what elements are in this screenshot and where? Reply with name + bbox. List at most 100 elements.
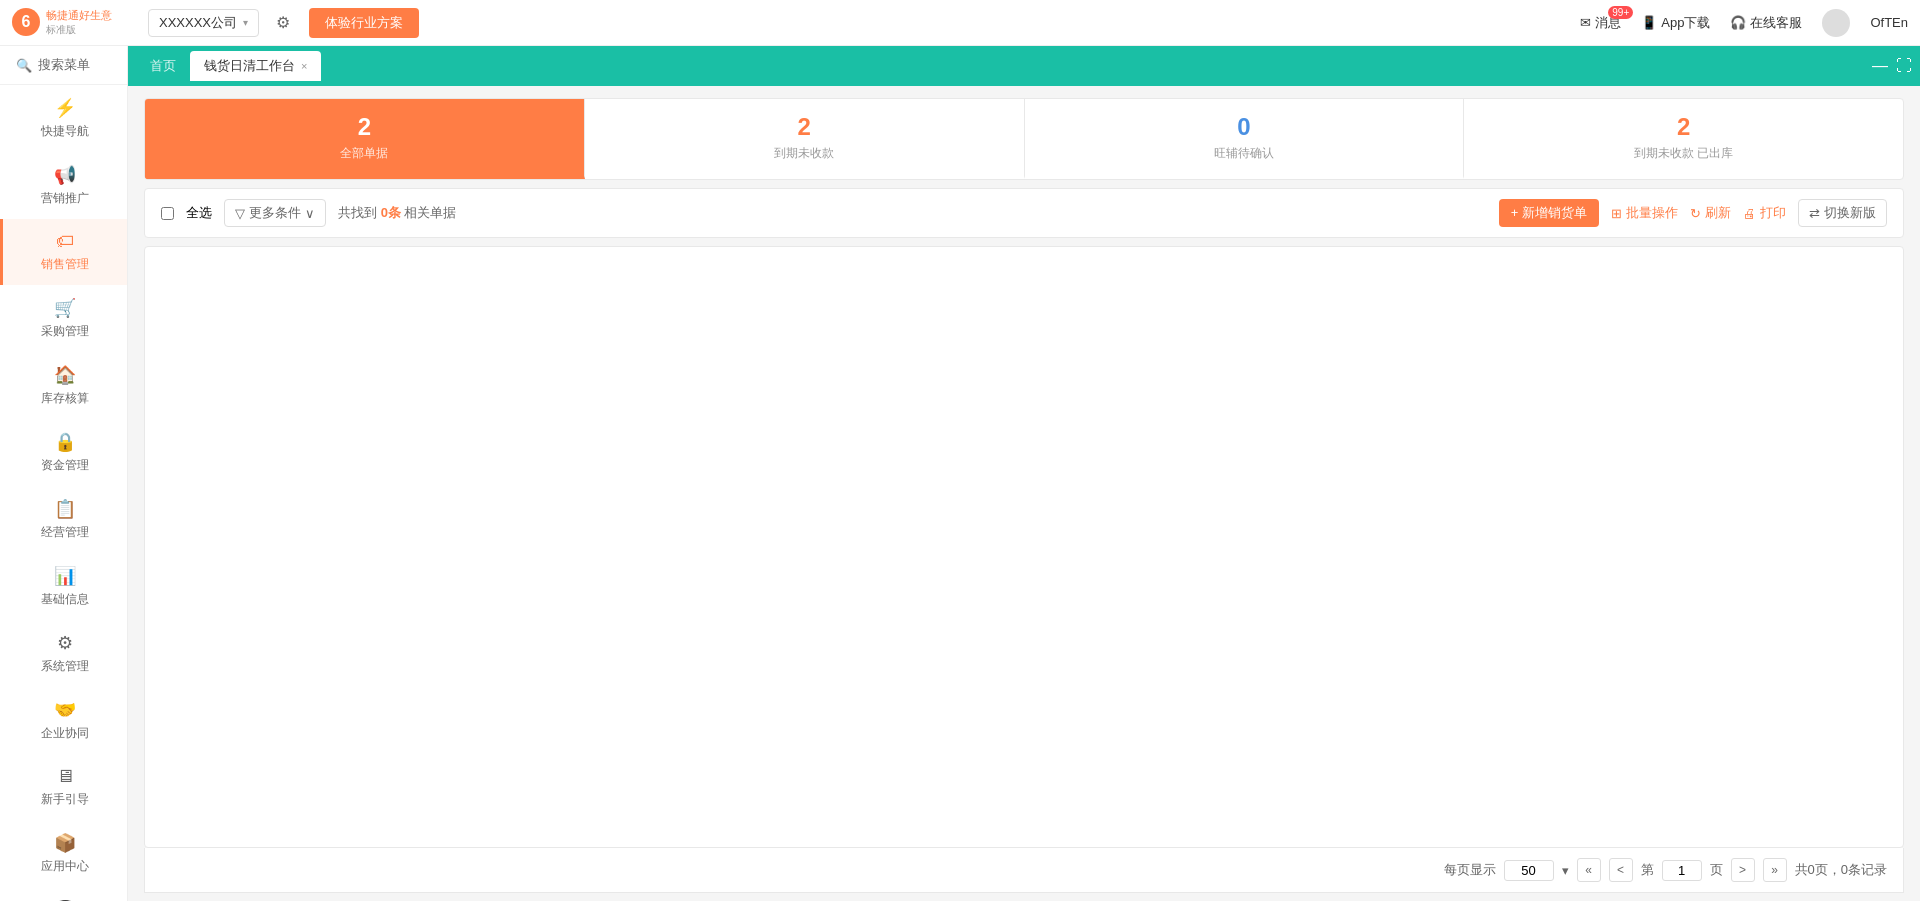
chevron-down-filter-icon: ∨ [305, 206, 315, 221]
newbie-icon: 🖥 [56, 766, 74, 787]
stats-row: 2 全部单据 2 到期未收款 0 旺辅待确认 2 到期未收款 已出库 [144, 98, 1904, 180]
filter-button[interactable]: ▽ 更多条件 ∨ [224, 199, 326, 227]
next-page-button[interactable]: > [1731, 858, 1755, 882]
stat-card-wangwang[interactable]: 0 旺辅待确认 [1025, 99, 1465, 179]
select-all-checkbox[interactable] [161, 207, 174, 220]
download-icon: 📱 [1641, 15, 1657, 30]
sidebar-item-basics[interactable]: 📊 基础信息 [0, 553, 127, 620]
found-count: 0条 [381, 205, 401, 220]
sidebar-item-purchase[interactable]: 🛒 采购管理 [0, 285, 127, 352]
search-menu-label: 搜索菜单 [38, 56, 90, 74]
stat-label-overdue-unpaid: 到期未收款 [605, 145, 1004, 162]
sidebar-label-newbie: 新手引导 [41, 791, 89, 808]
print-label: 打印 [1760, 204, 1786, 222]
message-icon: ✉ [1580, 15, 1591, 30]
sidebar-label-quick-nav: 快捷导航 [41, 123, 89, 140]
chevron-down-icon: ▾ [243, 17, 248, 28]
prev-page-button[interactable]: < [1609, 858, 1633, 882]
message-badge: 99+ [1608, 6, 1633, 19]
stat-number-overdue-unpaid: 2 [605, 113, 1004, 141]
sidebar-label-inventory: 库存核算 [41, 390, 89, 407]
tab-minimize-button[interactable]: — [1872, 57, 1888, 75]
settings-gear-icon[interactable]: ⚙ [267, 7, 299, 39]
stat-label-overdue-unshipped: 到期未收款 已出库 [1484, 145, 1883, 162]
enterprise-icon: 🤝 [54, 699, 76, 721]
sidebar-label-purchase: 采购管理 [41, 323, 89, 340]
sidebar-item-inventory[interactable]: 🏠 库存核算 [0, 352, 127, 419]
switch-new-version-button[interactable]: ⇄ 切换新版 [1798, 199, 1887, 227]
new-order-button[interactable]: + 新增销货单 [1499, 199, 1599, 227]
message-action[interactable]: ✉ 消息 99+ [1580, 14, 1621, 32]
tab-maximize-button[interactable]: ⛶ [1896, 57, 1912, 75]
sidebar-item-system[interactable]: ⚙ 系统管理 [0, 620, 127, 687]
filter-label: 更多条件 [249, 204, 301, 222]
stat-card-overdue-unpaid[interactable]: 2 到期未收款 [585, 99, 1025, 179]
sidebar-item-app-center[interactable]: 📦 应用中心 [0, 820, 127, 887]
purchase-icon: 🛒 [54, 297, 76, 319]
refresh-button[interactable]: ↻ 刷新 [1690, 204, 1731, 222]
first-page-button[interactable]: « [1577, 858, 1601, 882]
online-service-action[interactable]: 🎧 在线客服 [1730, 14, 1802, 32]
app-download-action[interactable]: 📱 App下载 [1641, 14, 1710, 32]
quick-nav-icon: ⚡ [54, 97, 76, 119]
chevron-down-page-icon[interactable]: ▾ [1562, 863, 1569, 878]
found-text: 共找到 0条 相关单据 [338, 204, 456, 222]
marketing-icon: 📢 [54, 164, 76, 186]
toolbar-right: + 新增销货单 ⊞ 批量操作 ↻ 刷新 🖨 打印 ⇄ [1499, 199, 1887, 227]
switch-label: 切换新版 [1824, 204, 1876, 222]
sidebar-item-enterprise[interactable]: 🤝 企业协同 [0, 687, 127, 754]
sidebar-item-sales[interactable]: 🏷 销售管理 [0, 219, 127, 285]
avatar[interactable] [1822, 9, 1850, 37]
toolbar: 全选 ▽ 更多条件 ∨ 共找到 0条 相关单据 + 新增销货单 ⊞ 批量操作 [144, 188, 1904, 238]
page-size-input[interactable] [1504, 860, 1554, 881]
tabs-bar: 首页 钱货日清工作台 × — ⛶ [128, 46, 1920, 86]
content-area: 首页 钱货日清工作台 × — ⛶ 2 全部单据 2 到期未收款 [128, 46, 1920, 901]
headset-icon: 🎧 [1730, 15, 1746, 30]
sidebar-item-operations[interactable]: 📋 经营管理 [0, 486, 127, 553]
logo-area: 6 畅捷通好生意 标准版 [12, 8, 140, 36]
found-prefix: 共找到 [338, 205, 377, 220]
sidebar-item-marketing[interactable]: 📢 营销推广 [0, 152, 127, 219]
select-all-label: 全选 [186, 204, 212, 222]
stat-label-all: 全部单据 [165, 145, 564, 162]
stat-number-overdue-unshipped: 2 [1484, 113, 1883, 141]
search-icon: 🔍 [16, 58, 32, 73]
tab-active-label: 钱货日清工作台 [204, 57, 295, 75]
stat-card-overdue-unshipped[interactable]: 2 到期未收款 已出库 [1464, 99, 1903, 179]
page-size-label: 每页显示 [1444, 861, 1496, 879]
refresh-label: 刷新 [1705, 204, 1731, 222]
page-label: 第 [1641, 861, 1654, 879]
stat-number-wangwang: 0 [1045, 113, 1444, 141]
app-download-label: App下载 [1661, 14, 1710, 32]
tabs-actions: — ⛶ [1872, 57, 1912, 75]
sidebar-item-newbie[interactable]: 🖥 新手引导 [0, 754, 127, 820]
total-records-label: 共0页，0条记录 [1795, 861, 1887, 879]
tab-active[interactable]: 钱货日清工作台 × [190, 51, 321, 81]
page-suffix: 页 [1710, 861, 1723, 879]
basics-icon: 📊 [54, 565, 76, 587]
sidebar: 🔍 搜索菜单 ⚡ 快捷导航 📢 营销推广 🏷 销售管理 🛒 采购管理 🏠 库存核… [0, 46, 128, 901]
last-page-button[interactable]: » [1763, 858, 1787, 882]
print-button[interactable]: 🖨 打印 [1743, 204, 1786, 222]
stat-card-all[interactable]: 2 全部单据 [145, 99, 585, 179]
tab-close-icon[interactable]: × [301, 60, 307, 72]
sidebar-label-basics: 基础信息 [41, 591, 89, 608]
table-area [144, 246, 1904, 848]
sidebar-item-wechat[interactable]: 💬 企业微信 [0, 887, 127, 901]
trial-button[interactable]: 体验行业方案 [309, 8, 419, 38]
top-header: 6 畅捷通好生意 标准版 XXXXXX公司 ▾ ⚙ 体验行业方案 ✉ 消息 99… [0, 0, 1920, 46]
search-menu[interactable]: 🔍 搜索菜单 [0, 46, 127, 85]
current-page-input[interactable] [1662, 860, 1702, 881]
tab-home[interactable]: 首页 [136, 51, 190, 81]
app-logo-icon: 6 [12, 8, 40, 36]
company-selector[interactable]: XXXXXX公司 ▾ [148, 9, 259, 37]
sidebar-item-finance[interactable]: 🔒 资金管理 [0, 419, 127, 486]
batch-operation-button[interactable]: ⊞ 批量操作 [1611, 204, 1678, 222]
batch-label: 批量操作 [1626, 204, 1678, 222]
sidebar-item-quick-nav[interactable]: ⚡ 快捷导航 [0, 85, 127, 152]
stat-number-all: 2 [165, 113, 564, 141]
sales-icon: 🏷 [56, 231, 74, 252]
refresh-icon: ↻ [1690, 206, 1701, 221]
page-content: 2 全部单据 2 到期未收款 0 旺辅待确认 2 到期未收款 已出库 [128, 86, 1920, 901]
user-name: OfTEn [1870, 15, 1908, 30]
